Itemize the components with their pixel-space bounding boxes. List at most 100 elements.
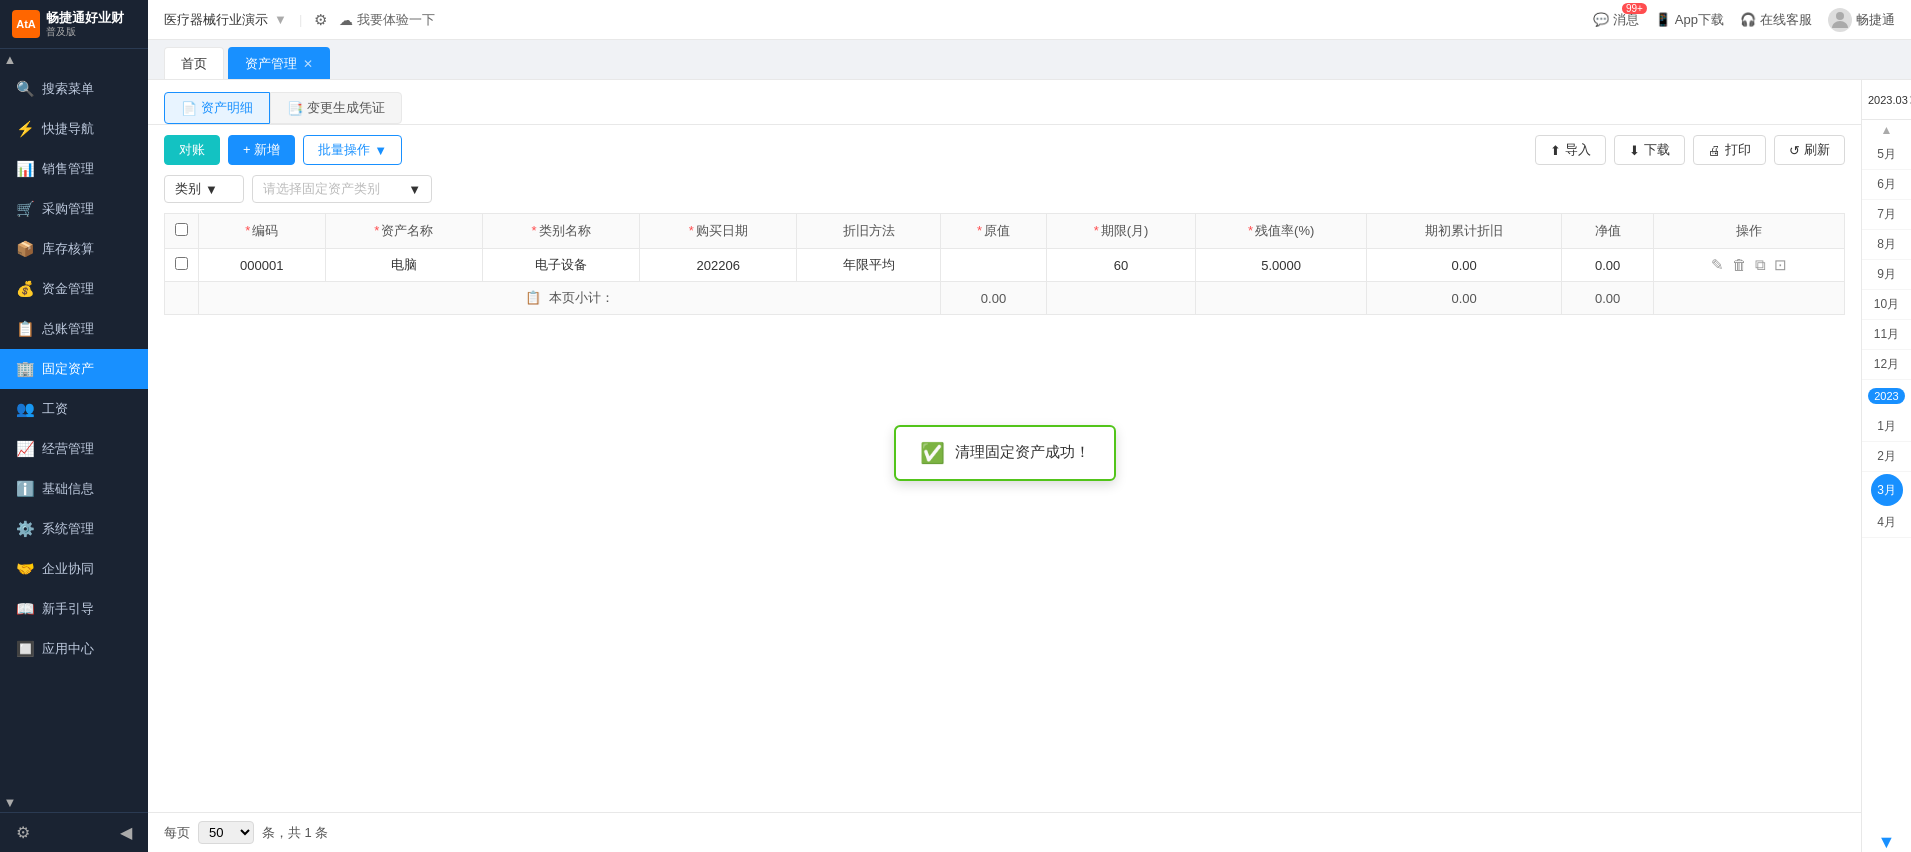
tab-asset-management[interactable]: 资产管理 ✕ bbox=[228, 47, 330, 79]
logo-text: 畅捷通好业财 普及版 bbox=[46, 10, 124, 38]
calendar-month-12[interactable]: 12月 bbox=[1862, 350, 1911, 380]
sidebar-item-sales[interactable]: 📊 销售管理 bbox=[0, 149, 148, 189]
finance-icon: 💰 bbox=[16, 280, 34, 298]
td-depreciation-method: 年限平均 bbox=[797, 249, 940, 282]
sidebar-item-search[interactable]: 🔍 搜索菜单 bbox=[0, 69, 148, 109]
category-type-filter[interactable]: 请选择固定资产类别 ▼ bbox=[252, 175, 432, 203]
svg-point-0 bbox=[1836, 12, 1844, 20]
content-main: 📄 资产明细 📑 变更生成凭证 对账 + 新增 批量操作 ▼ bbox=[148, 80, 1861, 852]
td-checkbox bbox=[165, 249, 199, 282]
guide-icon: 📖 bbox=[16, 600, 34, 618]
import-btn[interactable]: ⬆ 导入 bbox=[1535, 135, 1606, 165]
toolbar-right: ⬆ 导入 ⬇ 下载 🖨 打印 ↺ 刷新 bbox=[1535, 135, 1845, 165]
calendar-scroll-up[interactable]: ▲ bbox=[1862, 120, 1911, 140]
category-label: 类别 bbox=[175, 180, 201, 198]
app-download-btn[interactable]: 📱 App下载 bbox=[1655, 11, 1724, 29]
refresh-icon: ↺ bbox=[1789, 143, 1800, 158]
settings-icon[interactable]: ⚙ bbox=[16, 823, 30, 842]
sidebar-item-guide[interactable]: 📖 新手引导 bbox=[0, 589, 148, 629]
page-size-select[interactable]: 50 100 bbox=[198, 821, 254, 844]
calendar-month-6[interactable]: 6月 bbox=[1862, 170, 1911, 200]
sidebar-item-ledger[interactable]: 📋 总账管理 bbox=[0, 309, 148, 349]
th-purchase-date: *购买日期 bbox=[640, 214, 797, 249]
batch-btn[interactable]: 批量操作 ▼ bbox=[303, 135, 402, 165]
calendar-month-7[interactable]: 7月 bbox=[1862, 200, 1911, 230]
tab-home[interactable]: 首页 bbox=[164, 47, 224, 79]
refresh-btn[interactable]: ↺ 刷新 bbox=[1774, 135, 1845, 165]
calendar-scroll-down[interactable]: ▼ bbox=[1862, 832, 1911, 852]
sidebar-item-finance[interactable]: 💰 资金管理 bbox=[0, 269, 148, 309]
calendar-month-8[interactable]: 8月 bbox=[1862, 230, 1911, 260]
row-checkbox[interactable] bbox=[175, 257, 188, 270]
more-icon[interactable]: ⊡ bbox=[1774, 256, 1787, 274]
company-dropdown-icon: ▼ bbox=[274, 12, 287, 27]
system-icon: ⚙️ bbox=[16, 520, 34, 538]
download-label: 下载 bbox=[1644, 141, 1670, 159]
subtotal-initial-depreciation: 0.00 bbox=[1367, 282, 1562, 315]
sidebar-scroll-up[interactable]: ▲ bbox=[0, 49, 20, 69]
new-btn[interactable]: + 新增 bbox=[228, 135, 295, 165]
sidebar-item-label: 采购管理 bbox=[42, 200, 94, 218]
sidebar-item-label: 应用中心 bbox=[42, 640, 94, 658]
select-all-checkbox[interactable] bbox=[175, 223, 188, 236]
sidebar-item-purchase[interactable]: 🛒 采购管理 bbox=[0, 189, 148, 229]
sidebar-item-label: 库存核算 bbox=[42, 240, 94, 258]
account-label: 对账 bbox=[179, 141, 205, 159]
calendar-month-3-active[interactable]: 3月 bbox=[1871, 474, 1903, 506]
print-icon: 🖨 bbox=[1708, 143, 1721, 158]
sidebar-item-operations[interactable]: 📈 经营管理 bbox=[0, 429, 148, 469]
action-icons: ✎ 🗑 ⧉ ⊡ bbox=[1664, 256, 1834, 274]
sidebar-menu: 🔍 搜索菜单 ⚡ 快捷导航 📊 销售管理 🛒 采购管理 📦 库存核算 💰 资金管… bbox=[0, 69, 148, 792]
sidebar-item-system[interactable]: ⚙️ 系统管理 bbox=[0, 509, 148, 549]
total-label: 条，共 1 条 bbox=[262, 824, 328, 842]
print-btn[interactable]: 🖨 打印 bbox=[1693, 135, 1766, 165]
sub-tab-voucher-gen[interactable]: 📑 变更生成凭证 bbox=[270, 92, 402, 124]
content-area: 📄 资产明细 📑 变更生成凭证 对账 + 新增 批量操作 ▼ bbox=[148, 80, 1911, 852]
sidebar-item-payroll[interactable]: 👥 工资 bbox=[0, 389, 148, 429]
calendar-month-4[interactable]: 4月 bbox=[1862, 508, 1911, 538]
td-residual-rate: 5.0000 bbox=[1195, 249, 1367, 282]
account-btn[interactable]: 对账 bbox=[164, 135, 220, 165]
calendar-month-5[interactable]: 5月 bbox=[1862, 140, 1911, 170]
th-asset-name: *资产名称 bbox=[325, 214, 482, 249]
topbar: 医疗器械行业演示 ▼ | ⚙ ☁ 我要体验一下 💬 消息 99+ 📱 App下载… bbox=[148, 0, 1911, 40]
company-selector[interactable]: 医疗器械行业演示 ▼ bbox=[164, 11, 287, 29]
online-service-btn[interactable]: 🎧 在线客服 bbox=[1740, 11, 1812, 29]
sub-tab-asset-detail[interactable]: 📄 资产明细 bbox=[164, 92, 270, 124]
sidebar-scroll-down[interactable]: ▼ bbox=[0, 792, 20, 812]
table-wrap[interactable]: *编码 *资产名称 *类别名称 *购买日期 折旧方法 *原值 *期限(月) *残… bbox=[148, 213, 1861, 812]
download-btn[interactable]: ⬇ 下载 bbox=[1614, 135, 1685, 165]
settings-gear-icon[interactable]: ⚙ bbox=[314, 11, 327, 29]
delete-icon[interactable]: 🗑 bbox=[1732, 256, 1747, 274]
asset-detail-icon: 📄 bbox=[181, 101, 197, 116]
sidebar-item-label: 经营管理 bbox=[42, 440, 94, 458]
th-period-months: *期限(月) bbox=[1047, 214, 1196, 249]
sidebar: AtA 畅捷通好业财 普及版 ▲ 🔍 搜索菜单 ⚡ 快捷导航 📊 销售管理 🛒 … bbox=[0, 0, 148, 852]
search-icon: 🔍 bbox=[16, 80, 34, 98]
calendar-month-1[interactable]: 1月 bbox=[1862, 412, 1911, 442]
category-filter[interactable]: 类别 ▼ bbox=[164, 175, 244, 203]
sidebar-item-quick-nav[interactable]: ⚡ 快捷导航 bbox=[0, 109, 148, 149]
edit-icon[interactable]: ✎ bbox=[1711, 256, 1724, 274]
calendar-month-10[interactable]: 10月 bbox=[1862, 290, 1911, 320]
tabs-bar: 首页 资产管理 ✕ bbox=[148, 40, 1911, 80]
sidebar-item-basic-info[interactable]: ℹ️ 基础信息 bbox=[0, 469, 148, 509]
enterprise-icon: 🤝 bbox=[16, 560, 34, 578]
experience-btn[interactable]: ☁ 我要体验一下 bbox=[339, 11, 435, 29]
tab-close-icon[interactable]: ✕ bbox=[303, 57, 313, 71]
th-residual-rate: *残值率(%) bbox=[1195, 214, 1367, 249]
copy-icon[interactable]: ⧉ bbox=[1755, 256, 1766, 274]
user-menu[interactable]: 畅捷通 bbox=[1828, 8, 1895, 32]
sidebar-item-fixed-assets[interactable]: 🏢 固定资产 bbox=[0, 349, 148, 389]
sidebar-item-inventory[interactable]: 📦 库存核算 bbox=[0, 229, 148, 269]
collapse-icon[interactable]: ◀ bbox=[120, 823, 132, 842]
purchase-icon: 🛒 bbox=[16, 200, 34, 218]
message-btn[interactable]: 💬 消息 99+ bbox=[1593, 11, 1639, 29]
sidebar-item-app-center[interactable]: 🔲 应用中心 bbox=[0, 629, 148, 669]
sidebar-item-enterprise[interactable]: 🤝 企业协同 bbox=[0, 549, 148, 589]
calendar-month-11[interactable]: 11月 bbox=[1862, 320, 1911, 350]
user-avatar bbox=[1828, 8, 1852, 32]
calendar-month-2[interactable]: 2月 bbox=[1862, 442, 1911, 472]
company-name: 医疗器械行业演示 bbox=[164, 11, 268, 29]
calendar-month-9[interactable]: 9月 bbox=[1862, 260, 1911, 290]
